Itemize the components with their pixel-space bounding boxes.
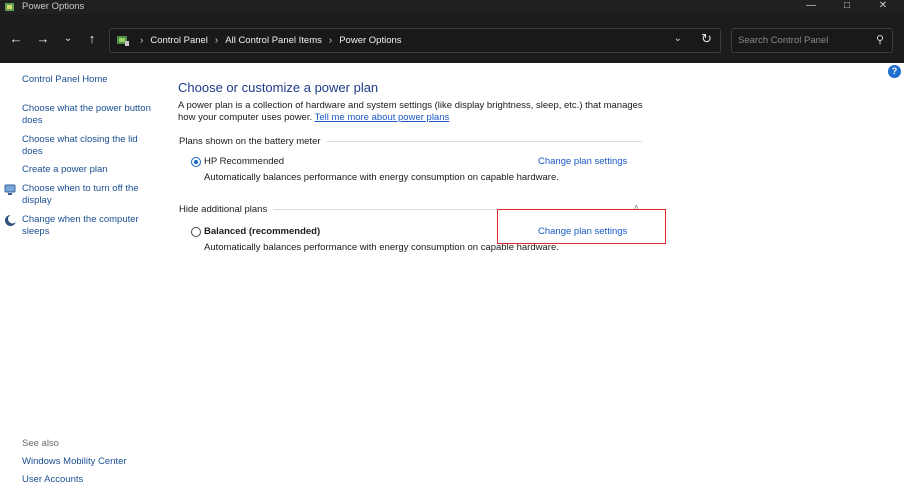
back-arrow-icon[interactable]: ←: [8, 31, 24, 47]
sleep-moon-icon: [5, 214, 17, 226]
power-button-link-line1: Choose what the power button: [22, 103, 151, 114]
closing-lid-link[interactable]: Choose what closing the lid does: [22, 134, 138, 158]
forward-arrow-icon[interactable]: →: [35, 31, 51, 47]
address-dropdown-chevron-icon[interactable]: ⌄: [674, 33, 682, 44]
closing-lid-link-line1: Choose what closing the lid: [22, 134, 138, 145]
maximize-button[interactable]: □: [832, 0, 862, 14]
help-icon[interactable]: ?: [888, 65, 901, 78]
close-button[interactable]: ✕: [868, 0, 898, 14]
breadcrumb-separator-icon: ›: [140, 35, 144, 46]
search-icon[interactable]: ⚲: [876, 33, 884, 46]
recent-locations-chevron-icon[interactable]: ⌄: [60, 31, 76, 47]
address-bar[interactable]: › Control Panel › All Control Panel Item…: [109, 28, 721, 53]
hp-recommended-radio[interactable]: [191, 157, 201, 167]
turn-off-display-link[interactable]: Choose when to turn off the display: [22, 183, 139, 207]
navigation-bar: ← → ⌄ ↑ › Control Panel › All Control Pa…: [0, 14, 904, 63]
refresh-icon[interactable]: ↻: [701, 31, 712, 47]
control-panel-home-link[interactable]: Control Panel Home: [22, 74, 108, 86]
turn-off-display-line2: display: [22, 195, 52, 206]
see-also-heading: See also: [22, 438, 59, 449]
turn-off-display-line1: Choose when to turn off the: [22, 183, 139, 194]
learn-more-link[interactable]: Tell me more about power plans: [315, 112, 450, 123]
search-box[interactable]: ⚲: [731, 28, 893, 53]
left-pane: Control Panel Home Choose what the power…: [0, 63, 165, 500]
display-shield-icon: [4, 184, 16, 195]
hp-recommended-description: Automatically balances performance with …: [204, 172, 559, 183]
page-title: Choose or customize a power plan: [178, 80, 379, 95]
breadcrumb-power-options[interactable]: Power Options: [339, 35, 401, 46]
create-power-plan-link[interactable]: Create a power plan: [22, 164, 108, 176]
window-title: Power Options: [22, 1, 85, 12]
power-options-icon: [5, 3, 14, 11]
highlight-annotation-box: [497, 209, 666, 244]
closing-lid-link-line2: does: [22, 146, 43, 157]
intro-text: A power plan is a collection of hardware…: [178, 100, 653, 124]
additional-plans-group-label[interactable]: Hide additional plans: [179, 204, 267, 215]
control-panel-icon: [117, 36, 129, 46]
power-button-link-line2: does: [22, 115, 43, 126]
intro-line1: A power plan is a collection of hardware…: [178, 100, 643, 111]
balanced-radio[interactable]: [191, 227, 201, 237]
breadcrumb-separator-icon[interactable]: ›: [215, 35, 218, 46]
hp-recommended-change-settings-link[interactable]: Change plan settings: [538, 156, 627, 167]
title-bar: Power Options — □ ✕: [0, 0, 904, 14]
up-arrow-icon[interactable]: ↑: [84, 31, 100, 47]
computer-sleeps-line1: Change when the computer: [22, 214, 139, 225]
battery-meter-group-header: Plans shown on the battery meter: [179, 136, 642, 147]
breadcrumb-all-items[interactable]: All Control Panel Items: [225, 35, 322, 46]
computer-sleeps-line2: sleeps: [22, 226, 50, 237]
power-button-link[interactable]: Choose what the power button does: [22, 103, 151, 127]
computer-sleeps-link[interactable]: Change when the computer sleeps: [22, 214, 139, 238]
breadcrumb-separator-icon[interactable]: ›: [329, 35, 332, 46]
hp-recommended-plan-name[interactable]: HP Recommended: [204, 156, 284, 167]
breadcrumb: › Control Panel › All Control Panel Item…: [133, 29, 402, 52]
balanced-plan-name[interactable]: Balanced (recommended): [204, 226, 320, 237]
minimize-button[interactable]: —: [796, 0, 826, 14]
user-accounts-link[interactable]: User Accounts: [22, 474, 83, 486]
mobility-center-link[interactable]: Windows Mobility Center: [22, 456, 127, 468]
intro-line2: how your computer uses power.: [178, 112, 313, 123]
breadcrumb-control-panel[interactable]: Control Panel: [150, 35, 208, 46]
search-input[interactable]: [738, 33, 868, 48]
battery-meter-group-label: Plans shown on the battery meter: [179, 136, 321, 147]
group-divider: [326, 141, 642, 142]
create-power-plan-label: Create a power plan: [22, 164, 108, 175]
